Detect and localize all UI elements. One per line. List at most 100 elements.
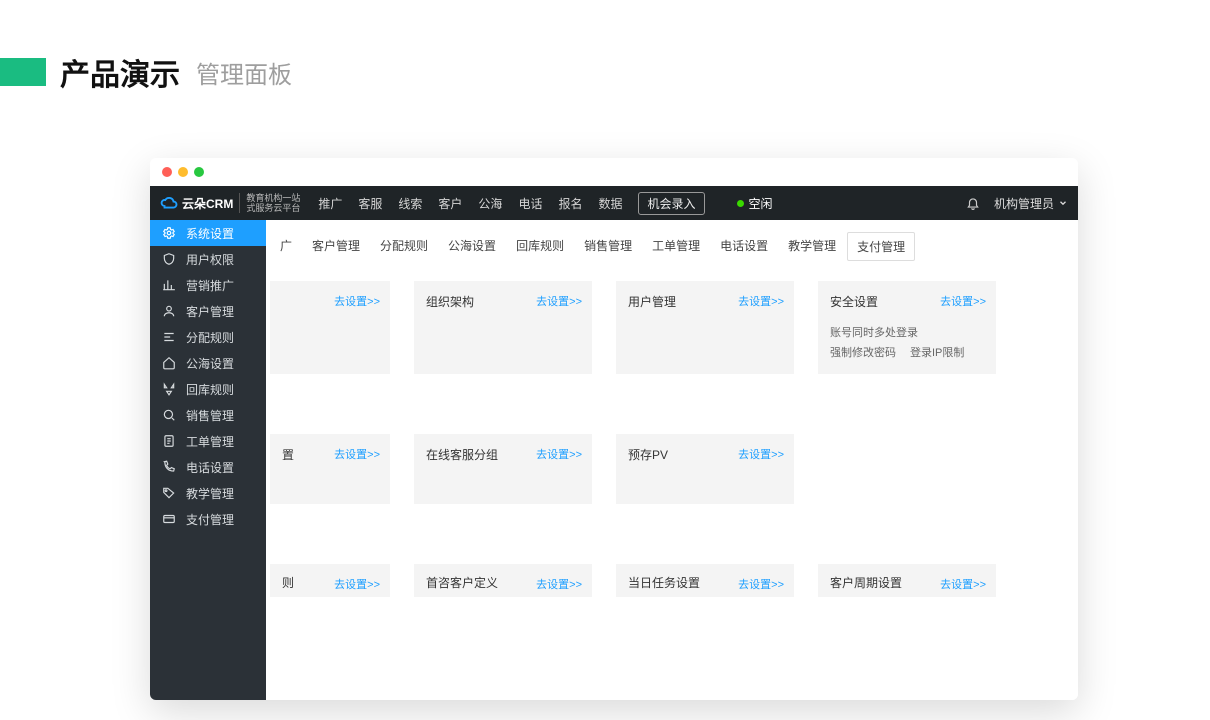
tab-6[interactable]: 工单管理 [643, 232, 709, 261]
nav-item-6[interactable]: 报名 [558, 195, 582, 212]
window-titlebar [150, 158, 1078, 186]
cards-row-0: 去设置>>组织架构去设置>>用户管理去设置>>安全设置去设置>>账号同时多处登录… [270, 281, 1074, 374]
app-body: 系统设置用户权限营销推广客户管理分配规则公海设置回库规则销售管理工单管理电话设置… [150, 220, 1078, 700]
sidebar-item-label: 用户权限 [186, 251, 234, 268]
go-settings-link[interactable]: 去设置>> [334, 446, 380, 462]
recycle-icon [162, 382, 176, 396]
nav-item-5[interactable]: 电话 [518, 195, 542, 212]
status-indicator[interactable]: 空闲 [737, 195, 773, 212]
tab-0[interactable]: 广 [271, 232, 301, 261]
sidebar-item-label: 回库规则 [186, 381, 234, 398]
logo[interactable]: 云朵CRM 教育机构一站 式服务云平台 [160, 193, 300, 213]
user-menu[interactable]: 机构管理员 [994, 195, 1068, 212]
status-label: 空闲 [749, 195, 773, 212]
search-icon [162, 408, 176, 422]
chart-icon [162, 278, 176, 292]
person-icon [162, 304, 176, 318]
cards-region: 去设置>>组织架构去设置>>用户管理去设置>>安全设置去设置>>账号同时多处登录… [266, 261, 1078, 597]
go-settings-link[interactable]: 去设置>> [334, 293, 380, 309]
logo-text: 云朵CRM [182, 195, 233, 212]
go-settings-link[interactable]: 去设置>> [536, 576, 582, 592]
sidebar-item-9[interactable]: 电话设置 [150, 454, 266, 480]
tab-9[interactable]: 支付管理 [847, 232, 915, 261]
app-window: 云朵CRM 教育机构一站 式服务云平台 推广 客服 线索 客户 公海 电话 报名… [150, 158, 1078, 700]
window-close-dot[interactable] [162, 167, 172, 177]
cards-row-1: 置去设置>>在线客服分组去设置>>预存PV去设置>> [270, 434, 1074, 504]
bell-icon[interactable] [966, 196, 980, 210]
record-opportunity-button[interactable]: 机会录入 [638, 192, 704, 215]
sidebar-item-label: 客户管理 [186, 303, 234, 320]
main-content: 广客户管理分配规则公海设置回库规则销售管理工单管理电话设置教学管理支付管理 去设… [266, 220, 1078, 700]
nav-item-4[interactable]: 公海 [478, 195, 502, 212]
sidebar-item-label: 公海设置 [186, 355, 234, 372]
sidebar-item-5[interactable]: 公海设置 [150, 350, 266, 376]
nav-item-0[interactable]: 推广 [318, 195, 342, 212]
cards-row-2: 则去设置>> 首咨客户定义去设置>> 当日任务设置去设置>> 客户周期设置去设置>> [270, 564, 1074, 597]
sidebar-item-1[interactable]: 用户权限 [150, 246, 266, 272]
nav-item-3[interactable]: 客户 [438, 195, 462, 212]
window-minimize-dot[interactable] [178, 167, 188, 177]
card-1-0: 置去设置>> [270, 434, 390, 504]
sidebar-item-4[interactable]: 分配规则 [150, 324, 266, 350]
card-tag: 登录IP限制 [910, 344, 964, 360]
tab-5[interactable]: 销售管理 [575, 232, 641, 261]
logo-subtitle: 教育机构一站 式服务云平台 [239, 193, 300, 213]
nav-items: 推广 客服 线索 客户 公海 电话 报名 数据 机会录入 [310, 192, 704, 215]
sidebar-item-label: 分配规则 [186, 329, 234, 346]
window-zoom-dot[interactable] [194, 167, 204, 177]
card-2-0: 则去设置>> [270, 564, 390, 597]
slide-subtitle: 管理面板 [196, 55, 292, 90]
sidebar: 系统设置用户权限营销推广客户管理分配规则公海设置回库规则销售管理工单管理电话设置… [150, 220, 266, 700]
card-0-2: 用户管理去设置>> [616, 281, 794, 374]
sidebar-item-10[interactable]: 教学管理 [150, 480, 266, 506]
chevron-down-icon [1058, 198, 1068, 208]
tag-icon [162, 486, 176, 500]
sidebar-item-3[interactable]: 客户管理 [150, 298, 266, 324]
tab-2[interactable]: 分配规则 [371, 232, 437, 261]
go-settings-link[interactable]: 去设置>> [738, 446, 784, 462]
go-settings-link[interactable]: 去设置>> [940, 576, 986, 592]
tab-3[interactable]: 公海设置 [439, 232, 505, 261]
cloud-icon [160, 194, 178, 212]
go-settings-link[interactable]: 去设置>> [940, 293, 986, 309]
go-settings-link[interactable]: 去设置>> [536, 293, 582, 309]
tab-1[interactable]: 客户管理 [303, 232, 369, 261]
go-settings-link[interactable]: 去设置>> [738, 293, 784, 309]
go-settings-link[interactable]: 去设置>> [738, 576, 784, 592]
sidebar-item-label: 营销推广 [186, 277, 234, 294]
tab-4[interactable]: 回库规则 [507, 232, 573, 261]
card-2-2: 当日任务设置去设置>> [616, 564, 794, 597]
tab-8[interactable]: 教学管理 [779, 232, 845, 261]
sidebar-item-2[interactable]: 营销推广 [150, 272, 266, 298]
settings-icon [162, 226, 176, 240]
sidebar-item-label: 教学管理 [186, 485, 234, 502]
sidebar-item-8[interactable]: 工单管理 [150, 428, 266, 454]
card-2-3: 客户周期设置去设置>> [818, 564, 996, 597]
nav-item-2[interactable]: 线索 [398, 195, 422, 212]
nav-item-1[interactable]: 客服 [358, 195, 382, 212]
sidebar-item-11[interactable]: 支付管理 [150, 506, 266, 532]
card-icon [162, 512, 176, 526]
sidebar-item-label: 工单管理 [186, 433, 234, 450]
sidebar-item-label: 电话设置 [186, 459, 234, 476]
doc-icon [162, 434, 176, 448]
slide-heading: 产品演示 管理面板 [0, 50, 292, 94]
sidebar-item-7[interactable]: 销售管理 [150, 402, 266, 428]
card-0-1: 组织架构去设置>> [414, 281, 592, 374]
sidebar-item-label: 支付管理 [186, 511, 234, 528]
shield-icon [162, 252, 176, 266]
card-0-0: 去设置>> [270, 281, 390, 374]
go-settings-link[interactable]: 去设置>> [536, 446, 582, 462]
card-2-1: 首咨客户定义去设置>> [414, 564, 592, 597]
home-icon [162, 356, 176, 370]
sidebar-item-6[interactable]: 回库规则 [150, 376, 266, 402]
card-tags: 账号同时多处登录强制修改密码登录IP限制 [830, 324, 984, 364]
sidebar-item-label: 销售管理 [186, 407, 234, 424]
tab-7[interactable]: 电话设置 [711, 232, 777, 261]
phone-icon [162, 460, 176, 474]
go-settings-link[interactable]: 去设置>> [334, 576, 380, 592]
nav-item-7[interactable]: 数据 [598, 195, 622, 212]
card-1-2: 预存PV去设置>> [616, 434, 794, 504]
sidebar-item-0[interactable]: 系统设置 [150, 220, 266, 246]
accent-block [0, 58, 46, 86]
